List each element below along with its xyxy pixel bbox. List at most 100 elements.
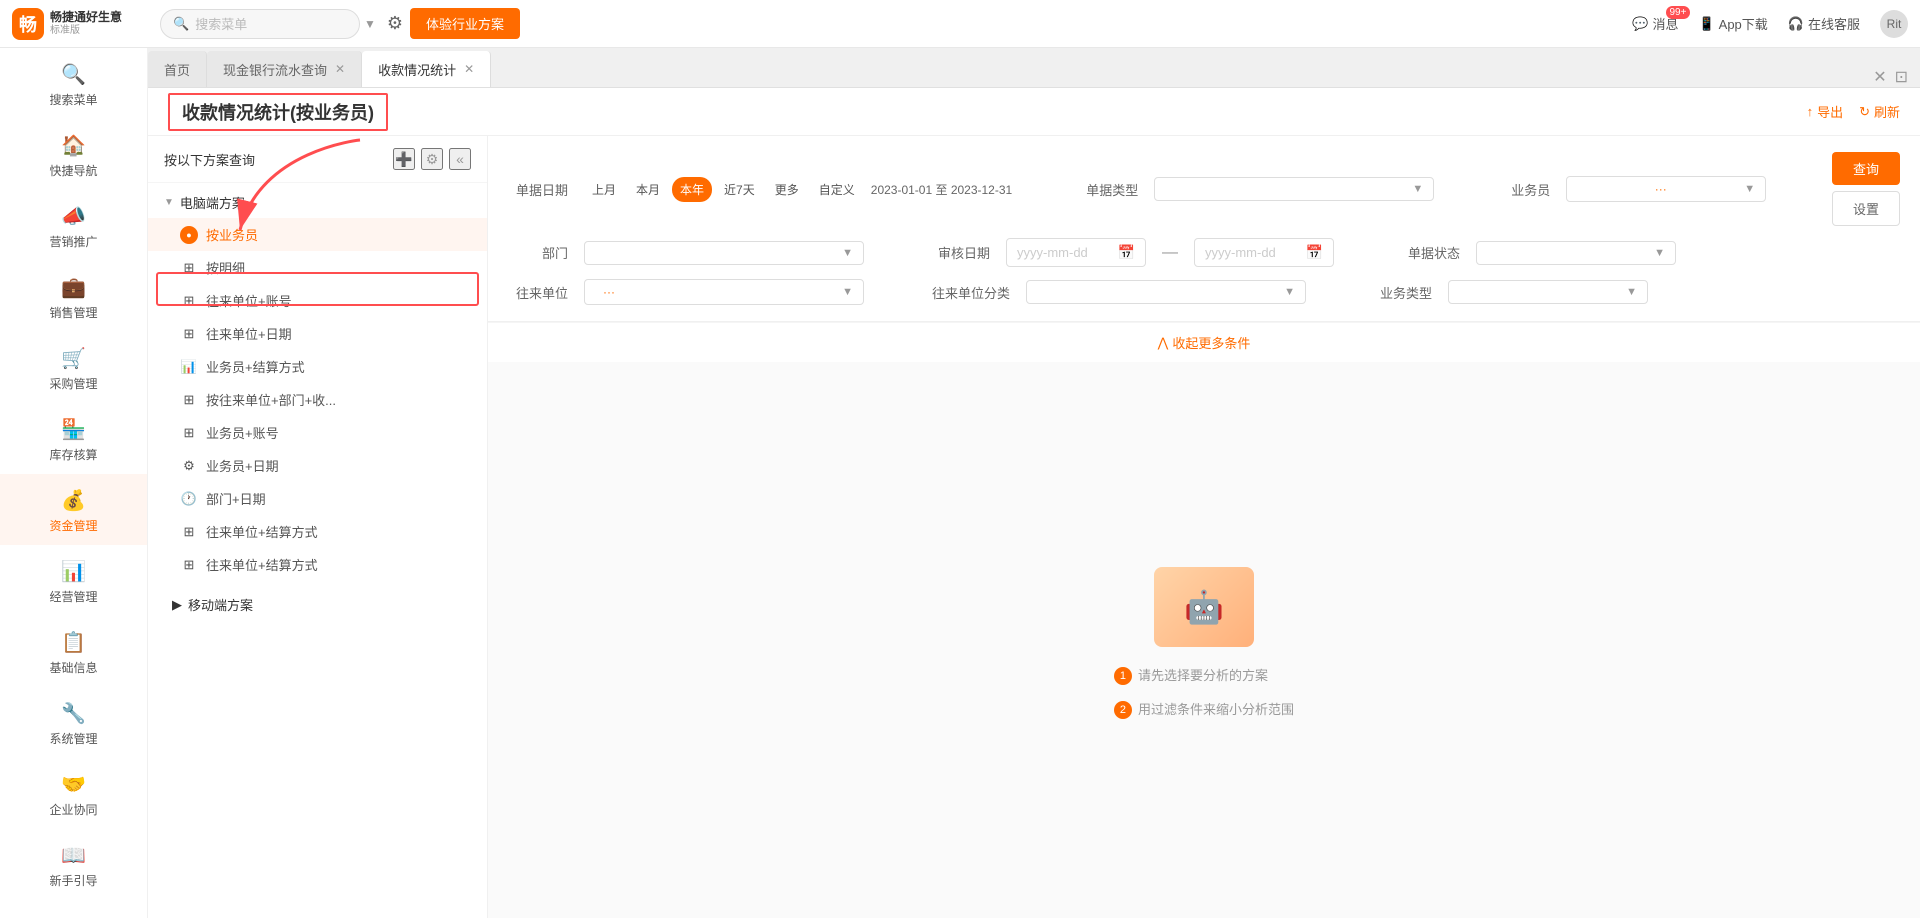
user-avatar[interactable]: Rit <box>1880 10 1908 38</box>
empty-face-icon: 🤖 <box>1184 588 1224 626</box>
app-download-area[interactable]: 📱 App下载 <box>1698 14 1767 33</box>
refresh-icon: ↻ <box>1859 104 1870 120</box>
sidebar-item-inventory[interactable]: 🏪 库存核算 <box>0 403 147 474</box>
scheme-item-staff-account-label: 业务员+账号 <box>206 423 279 442</box>
settings-button[interactable]: 设置 <box>1832 191 1900 226</box>
date-btn-this-year[interactable]: 本年 <box>672 177 712 202</box>
voucher-status-select[interactable]: ▼ <box>1476 241 1676 265</box>
review-date-from[interactable]: yyyy-mm-dd 📅 <box>1006 238 1146 267</box>
desktop-group-header[interactable]: ▼ 电脑端方案 <box>148 187 487 218</box>
system-icon: 🔧 <box>61 701 86 726</box>
sidebar-item-purchase[interactable]: 🛒 采购管理 <box>0 332 147 403</box>
scheme-item-unit-dept-label: 按往来单位+部门+收... <box>206 390 336 409</box>
counterpart-chevron: ▼ <box>842 286 853 298</box>
calendar-from-icon[interactable]: 📅 <box>1118 244 1135 261</box>
scheme-item-staff-date[interactable]: ⚙ 业务员+日期 <box>148 449 487 482</box>
scheme-item-by-staff[interactable]: ● 按业务员 <box>148 218 487 251</box>
calendar-to-icon[interactable]: 📅 <box>1306 244 1323 261</box>
online-service-label: 在线客服 <box>1808 14 1860 33</box>
empty-steps: 1 请先选择要分析的方案 2 用过滤条件来缩小分析范围 <box>1114 663 1294 723</box>
date-dash: — <box>1162 244 1178 262</box>
tab-bank[interactable]: 现金银行流水查询 ✕ <box>207 51 362 87</box>
sidebar-item-marketing[interactable]: 📣 营销推广 <box>0 190 147 261</box>
tab-bank-close[interactable]: ✕ <box>335 62 345 76</box>
content-split: 按以下方案查询 ➕ ⚙ « ▼ 电脑端方案 <box>148 136 1920 918</box>
basic-icon: 📋 <box>61 630 86 655</box>
date-btn-more[interactable]: 更多 <box>767 177 807 202</box>
dept-select[interactable]: ▼ <box>584 241 864 265</box>
date-btn-custom[interactable]: 自定义 <box>811 177 863 202</box>
messages-area[interactable]: 💬 消息 99+ <box>1632 14 1678 33</box>
voucher-type-select[interactable]: ▼ <box>1154 177 1434 201</box>
desktop-scheme-group: ▼ 电脑端方案 ● 按业务员 ⊞ 按明细 ⊞ <box>148 183 487 585</box>
tab-receipt[interactable]: 收款情况统计 ✕ <box>362 51 491 87</box>
close-window-icon[interactable]: ✕ <box>1873 67 1886 87</box>
sidebar-item-finance[interactable]: 💰 资金管理 <box>0 474 147 545</box>
scheme-item-unit-settle2[interactable]: ⊞ 往来单位+结算方式 <box>148 548 487 581</box>
app-name: 畅捷通好生意 <box>50 10 122 24</box>
message-icon: 💬 <box>1632 16 1648 32</box>
inventory-icon: 🏪 <box>61 417 86 442</box>
online-service-area[interactable]: 🎧 在线客服 <box>1788 14 1860 33</box>
scheme-item-dept-date[interactable]: 🕐 部门+日期 <box>148 482 487 515</box>
sidebar-item-sales[interactable]: 💼 销售管理 <box>0 261 147 332</box>
scheme-settings-btn[interactable]: ⚙ <box>421 148 443 170</box>
export-btn[interactable]: ↑ 导出 <box>1807 102 1844 121</box>
scheme-item-staff-account[interactable]: ⊞ 业务员+账号 <box>148 416 487 449</box>
date-btn-this-month[interactable]: 本月 <box>628 177 668 202</box>
sidebar-item-basic[interactable]: 📋 基础信息 <box>0 616 147 687</box>
sidebar-item-nav[interactable]: 🏠 快捷导航 <box>0 119 147 190</box>
query-button[interactable]: 查询 <box>1832 152 1900 185</box>
maximize-window-icon[interactable]: ⊡ <box>1895 67 1908 87</box>
search-box[interactable]: 🔍 搜索菜单 <box>160 9 360 39</box>
settings-icon[interactable]: ⚙ <box>380 9 410 39</box>
left-panel: 按以下方案查询 ➕ ⚙ « ▼ 电脑端方案 <box>148 136 488 918</box>
right-panel: 单据日期 上月 本月 本年 近7天 更多 自定义 2023-01-01 至 20… <box>488 136 1920 918</box>
scheme-item-unit-account[interactable]: ⊞ 往来单位+账号 <box>148 284 487 317</box>
scheme-item-unit-date[interactable]: ⊞ 往来单位+日期 <box>148 317 487 350</box>
mobile-group-header[interactable]: ▶ 移动端方案 <box>148 589 487 620</box>
scheme-item-unit-date-label: 往来单位+日期 <box>206 324 292 343</box>
counterpart-more-btn[interactable]: ··· <box>603 285 615 299</box>
scheme-item-staff-settle[interactable]: 📊 业务员+结算方式 <box>148 350 487 383</box>
refresh-btn[interactable]: ↻ 刷新 <box>1859 102 1900 121</box>
review-date-to[interactable]: yyyy-mm-dd 📅 <box>1194 238 1334 267</box>
sidebar-item-search[interactable]: 🔍 搜索菜单 <box>0 48 147 119</box>
tab-receipt-close[interactable]: ✕ <box>464 62 474 76</box>
sidebar-item-corp[interactable]: 🤝 企业协同 <box>0 758 147 829</box>
date-btn-7days[interactable]: 近7天 <box>716 177 763 202</box>
search-dropdown-btn[interactable]: ▼ <box>360 14 380 34</box>
search-icon: 🔍 <box>173 16 189 32</box>
nav-icon: 🏠 <box>61 133 86 158</box>
collapse-row[interactable]: ⋀ 收起更多条件 <box>488 322 1920 362</box>
staff-select[interactable]: ··· ▼ <box>1566 176 1766 202</box>
sidebar-item-operations[interactable]: 📊 经营管理 <box>0 545 147 616</box>
page-actions: ↑ 导出 ↻ 刷新 <box>1807 102 1900 121</box>
sidebar-item-system[interactable]: 🔧 系统管理 <box>0 687 147 758</box>
sidebar-item-guide[interactable]: 📖 新手引导 <box>0 829 147 900</box>
step-1-num: 1 <box>1114 667 1132 685</box>
counterpart-select[interactable]: ··· ▼ <box>584 279 864 305</box>
scheme-item-unit-settle1[interactable]: ⊞ 往来单位+结算方式 <box>148 515 487 548</box>
date-label: 单据日期 <box>508 180 568 199</box>
page-header: 收款情况统计(按业务员) ↑ 导出 ↻ 刷新 <box>148 88 1920 136</box>
tab-home[interactable]: 首页 <box>148 51 207 87</box>
counterpart-label: 往来单位 <box>508 283 568 302</box>
grid-icon-2: ⊞ <box>180 292 198 310</box>
business-type-select[interactable]: ▼ <box>1448 280 1648 304</box>
date-btn-last-month[interactable]: 上月 <box>584 177 624 202</box>
counterpart-classify-select[interactable]: ▼ <box>1026 280 1306 304</box>
add-scheme-btn[interactable]: ➕ <box>393 148 415 170</box>
scheme-collapse-btn[interactable]: « <box>449 148 471 170</box>
filter-row-3: 往来单位 ··· ▼ 往来单位分类 ▼ 业务类型 <box>508 279 1900 305</box>
gear-icon-1: ⚙ <box>180 457 198 475</box>
staff-more-btn[interactable]: ··· <box>1655 182 1667 196</box>
filter-row-2: 部门 ▼ 审核日期 yyyy-mm-dd 📅 — <box>508 238 1900 267</box>
scheme-item-unit-dept[interactable]: ⊞ 按往来单位+部门+收... <box>148 383 487 416</box>
sidebar-item-hardware[interactable]: ⌨️ 智能硬件 <box>0 900 147 918</box>
hardware-icon: ⌨️ <box>61 914 86 918</box>
scheme-item-by-detail[interactable]: ⊞ 按明细 <box>148 251 487 284</box>
step-1-text: 请先选择要分析的方案 <box>1138 663 1268 689</box>
grid-icon-4: ⊞ <box>180 391 198 409</box>
trial-button[interactable]: 体验行业方案 <box>410 8 520 39</box>
